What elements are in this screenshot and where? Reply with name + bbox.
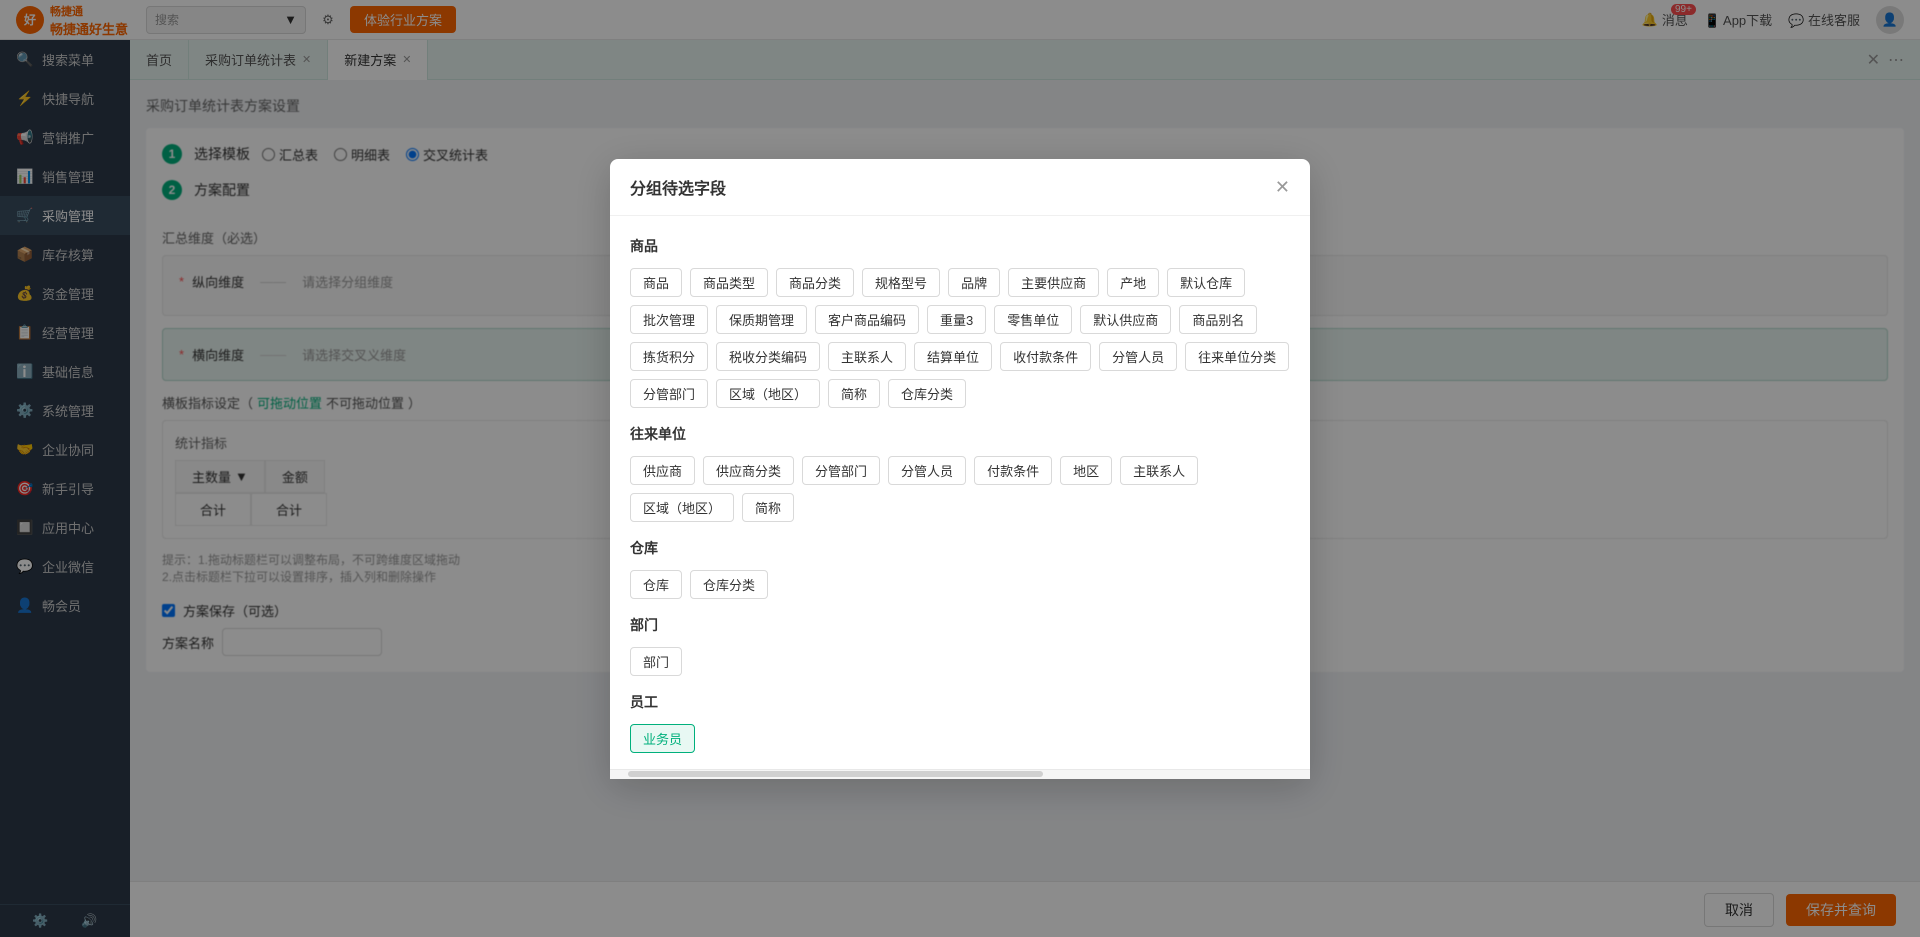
tag-admin-dept[interactable]: 分管部门 [630,379,708,408]
tag-batch-mgmt[interactable]: 批次管理 [630,305,708,334]
tag-settle-unit[interactable]: 结算单位 [914,342,992,371]
tag-goods[interactable]: 商品 [630,268,682,297]
modal-title: 分组待选字段 [630,175,726,199]
tag-grid-warehouse: 仓库 仓库分类 [630,570,1290,599]
tag-admin-person[interactable]: 分管人员 [1099,342,1177,371]
tag-main-contact-partner[interactable]: 主联系人 [1120,456,1198,485]
section-title-goods: 商品 [630,236,1290,256]
tag-salesperson[interactable]: 业务员 [630,724,695,753]
tag-main-contact[interactable]: 主联系人 [828,342,906,371]
tag-warehouse[interactable]: 仓库 [630,570,682,599]
tag-payment-cond[interactable]: 付款条件 [974,456,1052,485]
modal-horizontal-scrollbar[interactable] [610,769,1310,779]
tag-supplier[interactable]: 供应商 [630,456,695,485]
tag-default-warehouse[interactable]: 默认仓库 [1167,268,1245,297]
tag-short-name-goods[interactable]: 简称 [828,379,880,408]
section-title-dept: 部门 [630,615,1290,635]
tag-default-supplier[interactable]: 默认供应商 [1080,305,1171,334]
tag-warehouse-category[interactable]: 仓库分类 [690,570,768,599]
tag-warehouse-category-goods[interactable]: 仓库分类 [888,379,966,408]
tag-dept[interactable]: 部门 [630,647,682,676]
tag-grid-partner: 供应商 供应商分类 分管部门 分管人员 付款条件 地区 主联系人 区域（地区） … [630,456,1290,522]
tag-weight3[interactable]: 重量3 [927,305,986,334]
tag-brand[interactable]: 品牌 [948,268,1000,297]
tag-retail-unit[interactable]: 零售单位 [994,305,1072,334]
modal-close-icon[interactable]: ✕ [1275,178,1290,196]
tag-payment-terms[interactable]: 收付款条件 [1000,342,1091,371]
tag-expiry-mgmt[interactable]: 保质期管理 [716,305,807,334]
tag-pick-points[interactable]: 拣货积分 [630,342,708,371]
tag-goods-alias[interactable]: 商品别名 [1179,305,1257,334]
tag-goods-type[interactable]: 商品类型 [690,268,768,297]
tag-dept-partner[interactable]: 分管部门 [802,456,880,485]
hscroll-thumb [628,771,1043,777]
tag-short-name-partner[interactable]: 简称 [742,493,794,522]
tag-region-goods[interactable]: 区域（地区） [716,379,820,408]
tag-grid-staff: 业务员 [630,724,1290,753]
tag-area-partner[interactable]: 区域（地区） [630,493,734,522]
tag-supplier-category[interactable]: 供应商分类 [703,456,794,485]
modal-header: 分组待选字段 ✕ [610,159,1310,216]
modal-dialog: 分组待选字段 ✕ 商品 商品 商品类型 商品分类 规格型号 品牌 主要供应商 产… [610,159,1310,779]
tag-origin[interactable]: 产地 [1107,268,1159,297]
tag-spec-model[interactable]: 规格型号 [862,268,940,297]
tag-grid-goods: 商品 商品类型 商品分类 规格型号 品牌 主要供应商 产地 默认仓库 批次管理 … [630,268,1290,408]
tag-grid-dept: 部门 [630,647,1290,676]
tag-region-partner[interactable]: 地区 [1060,456,1112,485]
section-title-partner: 往来单位 [630,424,1290,444]
modal-body[interactable]: 商品 商品 商品类型 商品分类 规格型号 品牌 主要供应商 产地 默认仓库 批次… [610,216,1310,769]
section-title-warehouse: 仓库 [630,538,1290,558]
tag-goods-category[interactable]: 商品分类 [776,268,854,297]
tag-customer-code[interactable]: 客户商品编码 [815,305,919,334]
tag-person-partner[interactable]: 分管人员 [888,456,966,485]
tag-tax-code[interactable]: 税收分类编码 [716,342,820,371]
section-title-staff: 员工 [630,692,1290,712]
modal-overlay: 分组待选字段 ✕ 商品 商品 商品类型 商品分类 规格型号 品牌 主要供应商 产… [0,0,1920,937]
tag-partner-category[interactable]: 往来单位分类 [1185,342,1289,371]
tag-main-supplier[interactable]: 主要供应商 [1008,268,1099,297]
